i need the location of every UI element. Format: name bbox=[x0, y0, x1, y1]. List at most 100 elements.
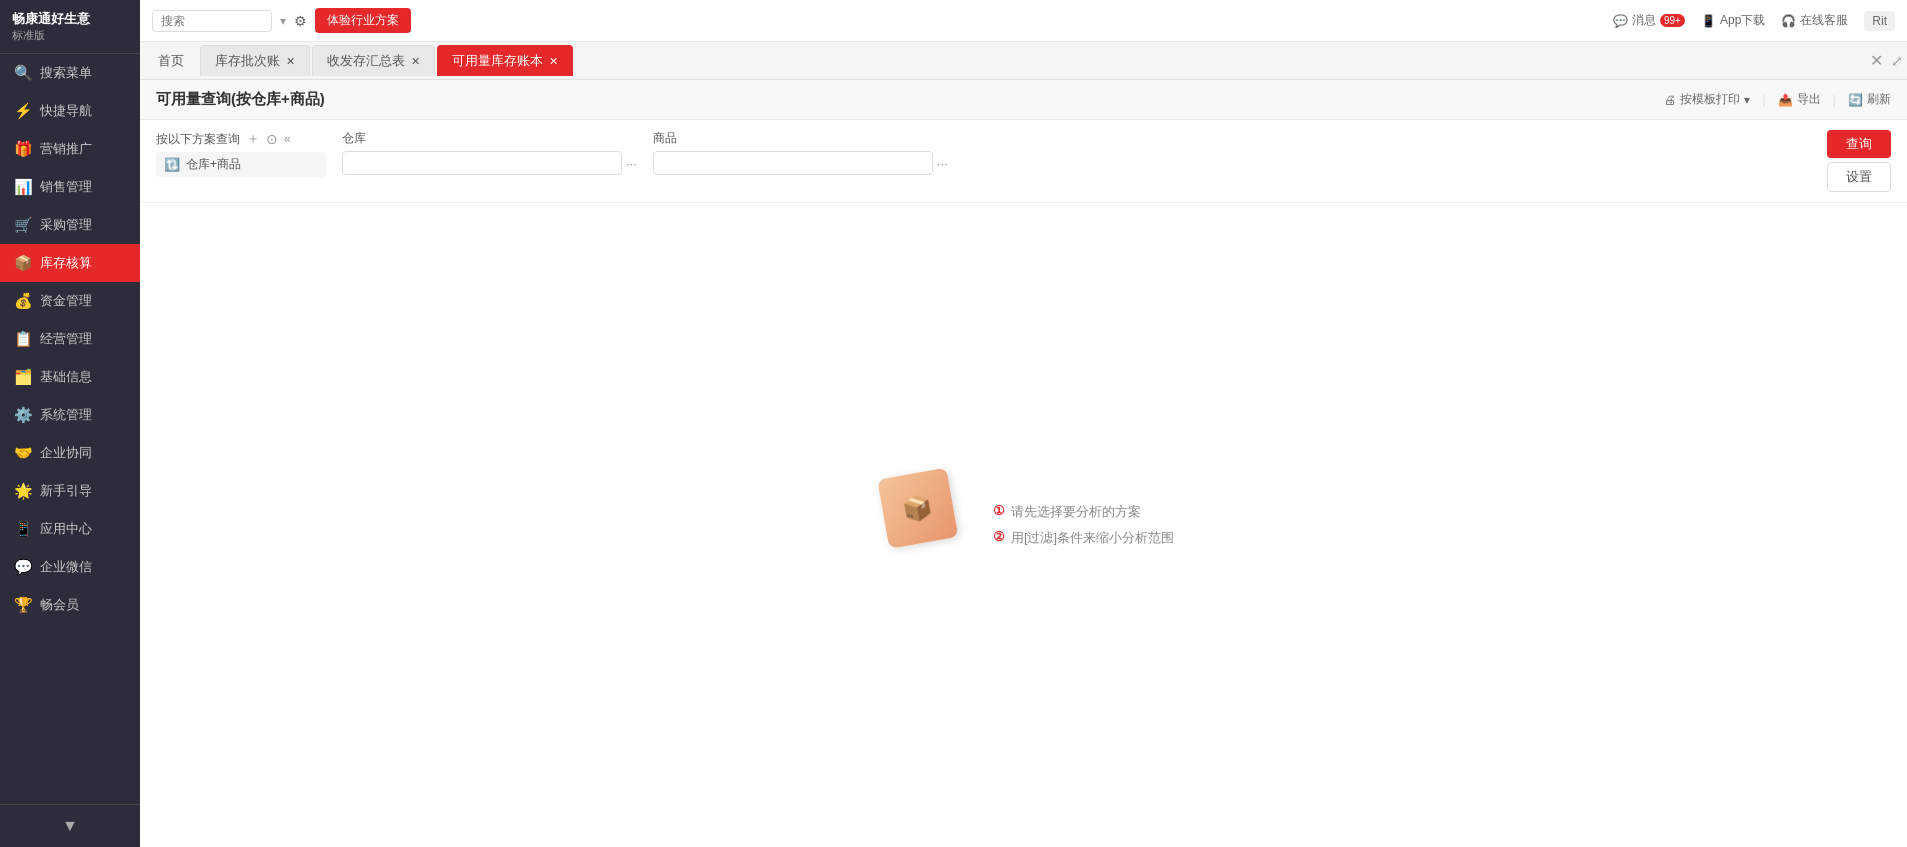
sidebar-label-sales: 销售管理 bbox=[40, 178, 92, 196]
warehouse-more-btn[interactable]: ··· bbox=[626, 156, 637, 171]
filter-bar: 按以下方案查询 ＋ ⊙ « 🔃 仓库+商品 仓库 ··· bbox=[140, 120, 1907, 203]
scheme-item-warehouse-product[interactable]: 🔃 仓库+商品 bbox=[156, 152, 326, 177]
sidebar-label-purchase: 采购管理 bbox=[40, 216, 92, 234]
sidebar-icon-member: 🏆 bbox=[14, 596, 32, 614]
tab-summary-close[interactable]: ✕ bbox=[411, 55, 420, 68]
tip-text-1: 请先选择要分析的方案 bbox=[1011, 503, 1141, 521]
sidebar-icon-search: 🔍 bbox=[14, 64, 32, 82]
sidebar-scroll-down-btn[interactable]: ▼ bbox=[8, 813, 132, 839]
sidebar-item-finance[interactable]: 💰 资金管理 bbox=[0, 282, 140, 320]
app-icon: 📱 bbox=[1701, 14, 1716, 28]
print-icon: 🖨 bbox=[1664, 93, 1676, 107]
refresh-icon: 🔄 bbox=[1848, 93, 1863, 107]
settings-scheme-btn[interactable]: ⊙ bbox=[266, 131, 278, 147]
filter-scheme-label: 按以下方案查询 bbox=[156, 131, 240, 148]
export-label: 导出 bbox=[1797, 91, 1821, 108]
sidebar-item-purchase[interactable]: 🛒 采购管理 bbox=[0, 206, 140, 244]
sidebar-icon-wechat: 💬 bbox=[14, 558, 32, 576]
sidebar-item-member[interactable]: 🏆 畅会员 bbox=[0, 586, 140, 624]
export-btn[interactable]: 📤 导出 bbox=[1778, 91, 1821, 108]
sidebar-item-enterprise[interactable]: 🤝 企业协同 bbox=[0, 434, 140, 472]
tip-num-1: ① bbox=[993, 503, 1005, 518]
filter-right: 查询 设置 bbox=[1827, 130, 1891, 192]
sep1: | bbox=[1762, 92, 1765, 107]
tab-batch-close[interactable]: ✕ bbox=[286, 55, 295, 68]
warehouse-input[interactable] bbox=[342, 151, 622, 175]
sidebar-scroll: 🔍 搜索菜单 ⚡ 快捷导航 🎁 营销推广 📊 销售管理 🛒 采购管理 📦 库存核… bbox=[0, 54, 140, 804]
sidebar-item-shortcut[interactable]: ⚡ 快捷导航 bbox=[0, 92, 140, 130]
topbar-industry-btn[interactable]: 体验行业方案 bbox=[315, 8, 411, 33]
topbar: ▾ ⚙ 体验行业方案 💬 消息 99+ 📱 App下载 🎧 在线客服 Rit bbox=[140, 0, 1907, 42]
sidebar-item-system[interactable]: ⚙️ 系统管理 bbox=[0, 396, 140, 434]
tab-home[interactable]: 首页 bbox=[144, 46, 198, 76]
topbar-right: 💬 消息 99+ 📱 App下载 🎧 在线客服 Rit bbox=[1613, 11, 1895, 31]
export-icon: 📤 bbox=[1778, 93, 1793, 107]
brand-edition: 标准版 bbox=[12, 28, 128, 43]
sidebar-item-inventory[interactable]: 📦 库存核算 bbox=[0, 244, 140, 282]
sidebar-footer: ▼ bbox=[0, 804, 140, 847]
topbar-dropdown-btn[interactable]: ▾ bbox=[280, 14, 286, 28]
product-input[interactable] bbox=[653, 151, 933, 175]
tab-available[interactable]: 可用量库存账本 ✕ bbox=[437, 45, 573, 76]
sidebar-icon-basic: 🗂️ bbox=[14, 368, 32, 386]
topbar-app-btn[interactable]: 📱 App下载 bbox=[1701, 12, 1765, 29]
filter-settings-btn[interactable]: 设置 bbox=[1827, 162, 1891, 192]
page-title: 可用量查询(按仓库+商品) bbox=[156, 90, 325, 109]
tab-available-label: 可用量库存账本 bbox=[452, 52, 543, 70]
sidebar-label-shortcut: 快捷导航 bbox=[40, 102, 92, 120]
tab-batch[interactable]: 库存批次账 ✕ bbox=[200, 45, 310, 76]
page-header: 可用量查询(按仓库+商品) 🖨 按模板打印 ▾ | 📤 导出 | 🔄 刷新 bbox=[140, 80, 1907, 120]
sidebar-item-operation[interactable]: 📋 经营管理 bbox=[0, 320, 140, 358]
service-label: 在线客服 bbox=[1800, 12, 1848, 29]
filter-scheme-header: 按以下方案查询 ＋ ⊙ « bbox=[156, 130, 326, 148]
tab-available-close[interactable]: ✕ bbox=[549, 55, 558, 68]
sidebar-item-sales[interactable]: 📊 销售管理 bbox=[0, 168, 140, 206]
sidebar-item-search[interactable]: 🔍 搜索菜单 bbox=[0, 54, 140, 92]
tip-text-2: 用[过滤]条件来缩小分析范围 bbox=[1011, 529, 1174, 547]
warehouse-label: 仓库 bbox=[342, 130, 637, 147]
tabbar: 首页 库存批次账 ✕ 收发存汇总表 ✕ 可用量库存账本 ✕ ✕ ⤢ bbox=[140, 42, 1907, 80]
scheme-item-icon: 🔃 bbox=[164, 157, 180, 172]
sidebar-icon-sales: 📊 bbox=[14, 178, 32, 196]
print-btn[interactable]: 🖨 按模板打印 ▾ bbox=[1664, 91, 1750, 108]
sidebar-label-operation: 经营管理 bbox=[40, 330, 92, 348]
sidebar-icon-system: ⚙️ bbox=[14, 406, 32, 424]
empty-tip-1: ① 请先选择要分析的方案 bbox=[993, 503, 1174, 521]
sidebar-item-newbie[interactable]: 🌟 新手引导 bbox=[0, 472, 140, 510]
query-btn[interactable]: 查询 bbox=[1827, 130, 1891, 158]
sidebar-label-appstore: 应用中心 bbox=[40, 520, 92, 538]
topbar-user-btn[interactable]: Rit bbox=[1864, 11, 1895, 31]
content-area: 可用量查询(按仓库+商品) 🖨 按模板打印 ▾ | 📤 导出 | 🔄 刷新 bbox=[140, 80, 1907, 847]
tab-close-all-btn[interactable]: ✕ bbox=[1870, 51, 1883, 70]
tab-expand-btn[interactable]: ⤢ bbox=[1891, 53, 1903, 69]
sidebar: 畅康通好生意 标准版 🔍 搜索菜单 ⚡ 快捷导航 🎁 营销推广 📊 销售管理 🛒… bbox=[0, 0, 140, 847]
tab-home-label: 首页 bbox=[158, 52, 184, 70]
print-dropdown-icon: ▾ bbox=[1744, 93, 1750, 107]
tab-summary[interactable]: 收发存汇总表 ✕ bbox=[312, 45, 435, 76]
product-input-row: ··· bbox=[653, 151, 948, 175]
sidebar-label-finance: 资金管理 bbox=[40, 292, 92, 310]
sidebar-icon-appstore: 📱 bbox=[14, 520, 32, 538]
sidebar-item-marketing[interactable]: 🎁 营销推广 bbox=[0, 130, 140, 168]
filter-field-product: 商品 ··· bbox=[653, 130, 948, 175]
msg-badge: 99+ bbox=[1660, 14, 1685, 27]
service-icon: 🎧 bbox=[1781, 14, 1796, 28]
topbar-msg-btn[interactable]: 💬 消息 99+ bbox=[1613, 12, 1685, 29]
sidebar-icon-finance: 💰 bbox=[14, 292, 32, 310]
sidebar-label-marketing: 营销推广 bbox=[40, 140, 92, 158]
empty-illustration: 📦 bbox=[873, 475, 973, 575]
product-label: 商品 bbox=[653, 130, 948, 147]
topbar-search-input[interactable] bbox=[152, 10, 272, 32]
msg-label: 消息 bbox=[1632, 12, 1656, 29]
topbar-gear-btn[interactable]: ⚙ bbox=[294, 13, 307, 29]
sidebar-item-appstore[interactable]: 📱 应用中心 bbox=[0, 510, 140, 548]
collapse-btn[interactable]: « bbox=[284, 132, 291, 146]
sidebar-item-wechat[interactable]: 💬 企业微信 bbox=[0, 548, 140, 586]
topbar-service-btn[interactable]: 🎧 在线客服 bbox=[1781, 12, 1848, 29]
app-label: App下载 bbox=[1720, 12, 1765, 29]
sidebar-item-basic[interactable]: 🗂️ 基础信息 bbox=[0, 358, 140, 396]
product-more-btn[interactable]: ··· bbox=[937, 156, 948, 171]
refresh-btn[interactable]: 🔄 刷新 bbox=[1848, 91, 1891, 108]
empty-tips: ① 请先选择要分析的方案 ② 用[过滤]条件来缩小分析范围 bbox=[993, 503, 1174, 547]
add-scheme-btn[interactable]: ＋ bbox=[246, 130, 260, 148]
